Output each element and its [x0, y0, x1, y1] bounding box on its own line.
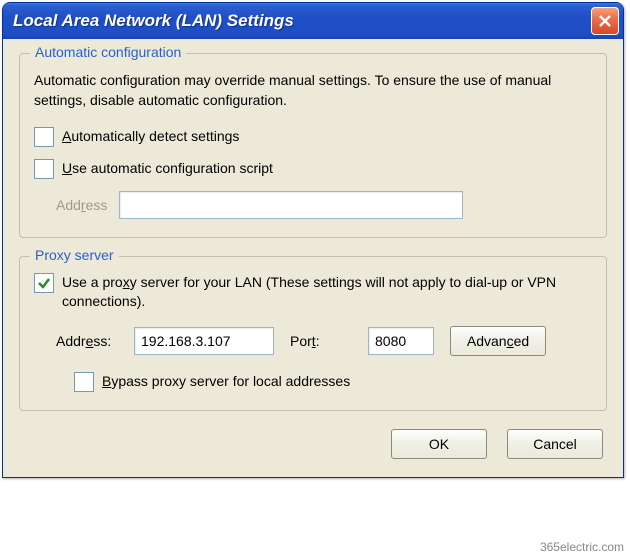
- group-title-proxy: Proxy server: [30, 247, 119, 263]
- proxy-server-group: Proxy server Use a proxy server for your…: [19, 256, 607, 411]
- title-bar[interactable]: Local Area Network (LAN) Settings: [3, 3, 623, 39]
- auto-script-row: Use automatic configuration script: [34, 159, 592, 179]
- auto-detect-label[interactable]: Automatically detect settings: [62, 127, 592, 147]
- group-title-auto: Automatic configuration: [30, 44, 186, 60]
- use-proxy-label[interactable]: Use a proxy server for your LAN (These s…: [62, 273, 592, 312]
- use-proxy-checkbox[interactable]: [34, 273, 54, 293]
- lan-settings-dialog: Local Area Network (LAN) Settings Automa…: [2, 2, 624, 478]
- watermark-text: 365electric.com: [540, 540, 624, 554]
- auto-script-checkbox[interactable]: [34, 159, 54, 179]
- script-address-label: Address: [56, 197, 107, 213]
- close-button[interactable]: [591, 7, 619, 35]
- proxy-port-label: Port:: [290, 333, 358, 349]
- proxy-address-input[interactable]: [134, 327, 274, 355]
- auto-description: Automatic configuration may override man…: [34, 70, 592, 111]
- auto-script-label[interactable]: Use automatic configuration script: [62, 159, 592, 179]
- dialog-content: Automatic configuration Automatic config…: [3, 39, 623, 477]
- bypass-checkbox[interactable]: [74, 372, 94, 392]
- script-address-input[interactable]: [119, 191, 463, 219]
- close-icon: [598, 14, 612, 28]
- cancel-button[interactable]: Cancel: [507, 429, 603, 459]
- dialog-buttons: OK Cancel: [19, 429, 607, 459]
- bypass-row: Bypass proxy server for local addresses: [74, 372, 592, 392]
- ok-button[interactable]: OK: [391, 429, 487, 459]
- script-address-row: Address: [56, 191, 592, 219]
- window-title: Local Area Network (LAN) Settings: [13, 11, 294, 31]
- use-proxy-row: Use a proxy server for your LAN (These s…: [34, 273, 592, 312]
- proxy-port-input[interactable]: [368, 327, 434, 355]
- automatic-configuration-group: Automatic configuration Automatic config…: [19, 53, 607, 238]
- checkmark-icon: [37, 276, 51, 290]
- auto-detect-checkbox[interactable]: [34, 127, 54, 147]
- proxy-address-row: Address: Port: Advanced: [56, 326, 592, 356]
- advanced-button[interactable]: Advanced: [450, 326, 546, 356]
- bypass-label[interactable]: Bypass proxy server for local addresses: [102, 372, 592, 392]
- auto-detect-row: Automatically detect settings: [34, 127, 592, 147]
- proxy-address-label: Address:: [56, 333, 124, 349]
